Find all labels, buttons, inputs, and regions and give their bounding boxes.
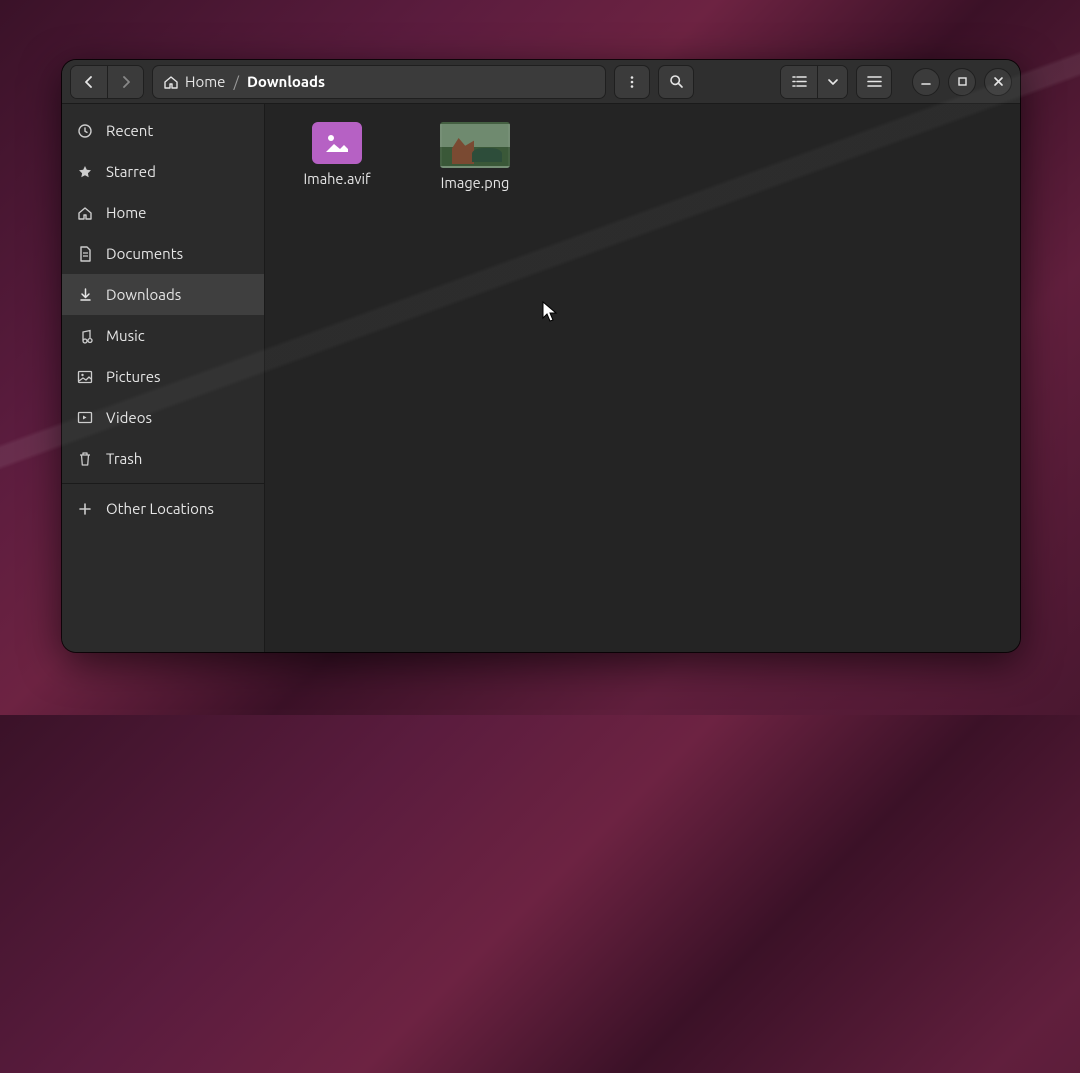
chevron-right-icon [120,76,132,88]
breadcrumb-home-label: Home [185,73,225,90]
view-group [780,65,848,99]
file-item[interactable]: Image.png [421,118,529,195]
sidebar-item-starred[interactable]: Starred [62,151,264,192]
sidebar-item-documents[interactable]: Documents [62,233,264,274]
breadcrumb-separator: / [233,73,239,90]
view-options-button[interactable] [817,66,847,98]
list-view-button[interactable] [781,66,817,98]
file-item[interactable]: Imahe.avif [283,118,391,195]
close-button[interactable] [984,68,1012,96]
trash-icon [78,451,92,467]
sidebar-item-label: Videos [106,409,152,426]
star-icon [77,164,93,180]
download-icon [78,287,93,303]
file-view[interactable]: Imahe.avif Image.png [265,104,1020,652]
sidebar-item-label: Starred [106,163,156,180]
document-icon [78,246,93,262]
plus-icon [78,502,92,516]
list-icon [792,75,807,88]
file-name: Image.png [441,174,510,191]
sidebar-item-label: Downloads [106,286,181,303]
breadcrumb-home[interactable]: Home [163,73,225,90]
sidebar-item-label: Home [106,204,146,221]
picture-glyph-icon [324,132,350,154]
sidebar-item-downloads[interactable]: Downloads [62,274,264,315]
search-icon [669,74,684,89]
location-menu-button[interactable] [614,65,650,99]
picture-icon [77,370,93,384]
nav-group [70,65,144,99]
sidebar: Recent Starred Home Documents Downloads … [62,104,265,652]
minimize-button[interactable] [912,68,940,96]
file-manager-window: Home / Downloads [62,60,1020,652]
image-file-icon [312,122,362,164]
breadcrumb-current[interactable]: Downloads [247,73,325,90]
sidebar-separator [62,483,264,484]
maximize-button[interactable] [948,68,976,96]
image-thumbnail [440,122,510,168]
music-icon [78,328,93,344]
sidebar-item-label: Documents [106,245,183,262]
close-icon [993,76,1004,87]
video-icon [77,411,93,424]
sidebar-item-videos[interactable]: Videos [62,397,264,438]
sidebar-item-home[interactable]: Home [62,192,264,233]
sidebar-item-trash[interactable]: Trash [62,438,264,479]
sidebar-item-label: Music [106,327,145,344]
hamburger-menu-button[interactable] [856,65,892,99]
window-body: Recent Starred Home Documents Downloads … [62,104,1020,652]
kebab-icon [625,75,639,89]
maximize-icon [957,76,968,87]
search-button[interactable] [658,65,694,99]
sidebar-item-music[interactable]: Music [62,315,264,356]
chevron-left-icon [83,76,95,88]
home-icon [163,74,179,90]
sidebar-item-other-locations[interactable]: Other Locations [62,488,264,529]
back-button[interactable] [71,66,107,98]
sidebar-item-label: Trash [106,450,142,467]
home-icon [77,205,93,221]
titlebar: Home / Downloads [62,60,1020,104]
sidebar-item-recent[interactable]: Recent [62,110,264,151]
forward-button[interactable] [107,66,143,98]
clock-icon [77,123,93,139]
path-bar[interactable]: Home / Downloads [152,65,606,99]
sidebar-item-label: Recent [106,122,153,139]
chevron-down-icon [828,77,838,87]
minimize-icon [920,76,932,88]
sidebar-item-label: Other Locations [106,500,214,517]
file-name: Imahe.avif [303,170,370,187]
sidebar-item-pictures[interactable]: Pictures [62,356,264,397]
sidebar-item-label: Pictures [106,368,161,385]
hamburger-icon [867,75,882,88]
